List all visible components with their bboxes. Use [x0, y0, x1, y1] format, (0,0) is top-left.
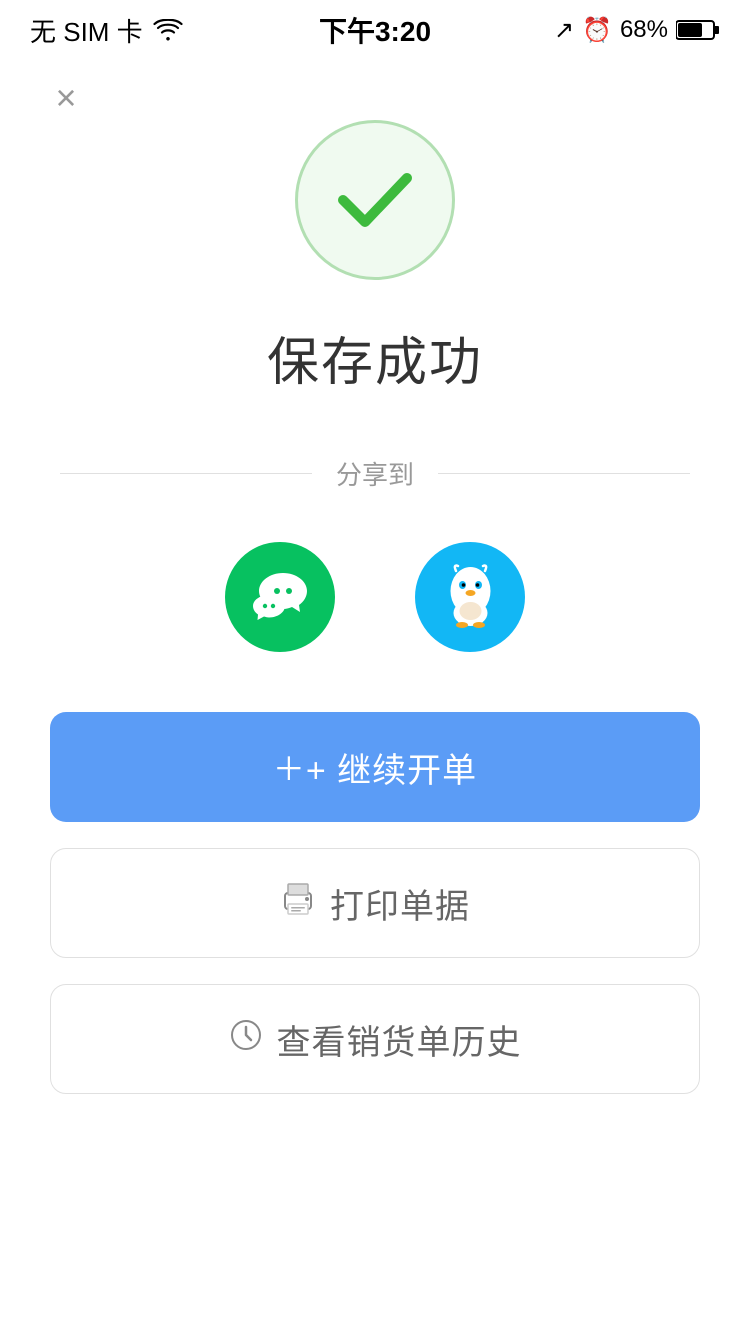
continue-button[interactable]: ＋ + 继续开单: [50, 712, 700, 822]
close-button[interactable]: ×: [40, 72, 92, 124]
share-label: 分享到: [312, 455, 438, 492]
action-buttons: ＋ + 继续开单 打印单据: [0, 712, 750, 1094]
location-icon: ↗: [554, 16, 574, 45]
share-section: 分享到: [0, 455, 750, 652]
alarm-icon: ⏰: [582, 16, 612, 45]
divider-line-left: [60, 473, 312, 474]
wifi-icon: [153, 19, 183, 41]
status-left: 无 SIM 卡: [30, 12, 183, 49]
battery-text: 68%: [620, 16, 668, 44]
battery-icon: [676, 19, 720, 41]
continue-label: + 继续开单: [306, 743, 477, 792]
success-circle: [295, 120, 455, 280]
continue-icon: ＋: [273, 744, 306, 790]
print-button[interactable]: 打印单据: [50, 848, 700, 958]
divider-line-right: [438, 473, 690, 474]
success-title: 保存成功: [267, 320, 483, 395]
close-icon: ×: [55, 80, 76, 116]
history-label: 查看销货单历史: [277, 1015, 522, 1064]
checkmark-icon: [335, 170, 415, 230]
share-divider: 分享到: [0, 455, 750, 492]
qq-share-button[interactable]: [415, 542, 525, 652]
print-label: 打印单据: [330, 879, 470, 928]
print-icon: [280, 882, 316, 924]
share-icons-row: [225, 542, 525, 652]
qq-icon: [438, 561, 503, 633]
wechat-share-button[interactable]: [225, 542, 335, 652]
status-time: 下午3:20: [319, 10, 431, 50]
sim-text: 无 SIM 卡: [30, 12, 143, 49]
wechat-icon: [245, 568, 315, 626]
status-right: ↗ ⏰ 68%: [554, 16, 720, 45]
history-button[interactable]: 查看销货单历史: [50, 984, 700, 1094]
history-icon: [229, 1018, 263, 1060]
status-bar: 无 SIM 卡 下午3:20 ↗ ⏰ 68%: [0, 0, 750, 60]
main-content: 保存成功 分享到: [0, 60, 750, 1094]
